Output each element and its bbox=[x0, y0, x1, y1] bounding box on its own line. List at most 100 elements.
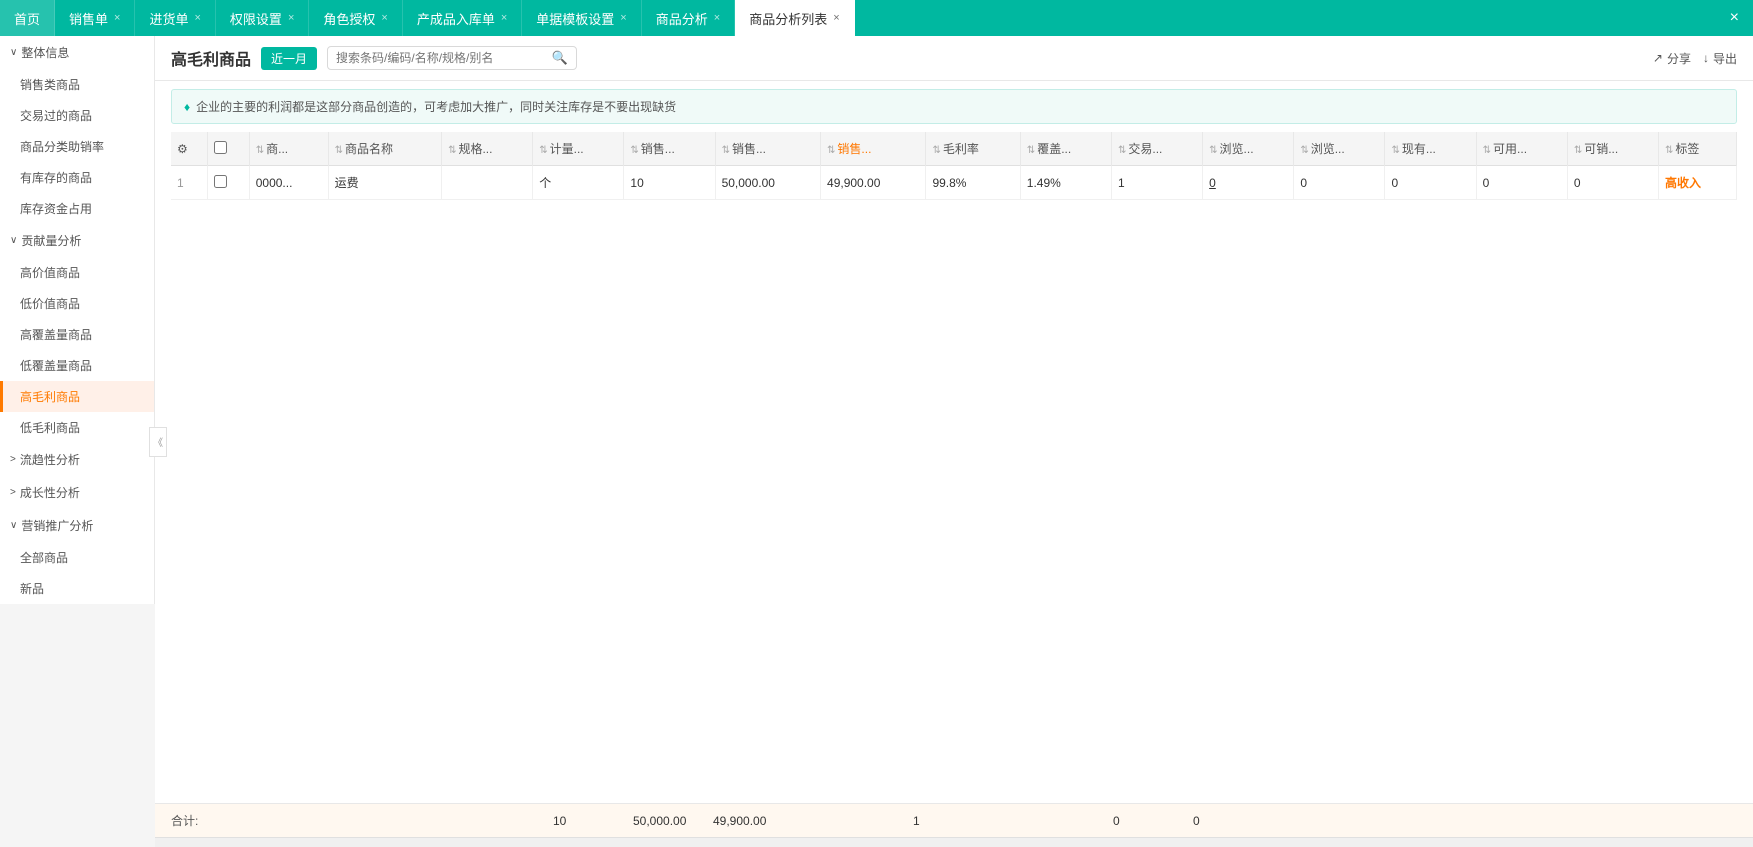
cell-checkbox[interactable] bbox=[208, 166, 249, 200]
nav-item-进货单[interactable]: 进货单 × bbox=[135, 0, 215, 36]
table-header: ⚙ ⇅商... ⇅商品名称 ⇅规格... ⇅计量... ⇅销售... ⇅销售..… bbox=[171, 132, 1737, 166]
col-unit[interactable]: ⇅计量... bbox=[533, 132, 624, 166]
sidebar-item-低毛利商品[interactable]: 低毛利商品 bbox=[0, 412, 154, 443]
cell-transaction: 1 bbox=[1111, 166, 1202, 200]
cell-sellable: 0 bbox=[1567, 166, 1658, 200]
cell-num: 1 bbox=[171, 166, 208, 200]
total-sales-count: 10 bbox=[547, 814, 627, 828]
col-current-stock[interactable]: ⇅现有... bbox=[1385, 132, 1476, 166]
col-sales-amount[interactable]: ⇅销售... bbox=[715, 132, 820, 166]
cell-sales-amount: 50,000.00 bbox=[715, 166, 820, 200]
nav-item-首页[interactable]: 首页 bbox=[0, 0, 55, 36]
nav-item-商品分析[interactable]: 商品分析 × bbox=[642, 0, 735, 36]
export-icon: ↓ bbox=[1703, 51, 1709, 65]
sidebar-item-有库存的商品[interactable]: 有库存的商品 bbox=[0, 162, 154, 193]
nav-close-权限设置[interactable]: × bbox=[288, 12, 294, 24]
group-label-流趋性分析: 流趋性分析 bbox=[20, 451, 80, 468]
nav-close-商品分析列表[interactable]: × bbox=[833, 12, 839, 24]
total-sales-profit: 49,900.00 bbox=[707, 814, 787, 828]
cell-coverage: 1.49% bbox=[1020, 166, 1111, 200]
cell-browse2: 0 bbox=[1294, 166, 1385, 200]
sidebar-item-全部商品[interactable]: 全部商品 bbox=[0, 542, 154, 573]
col-settings[interactable]: ⚙ bbox=[171, 132, 208, 166]
time-filter-button[interactable]: 近一月 bbox=[261, 47, 317, 70]
nav-close-商品分析[interactable]: × bbox=[714, 12, 720, 24]
export-label: 导出 bbox=[1713, 50, 1737, 67]
sidebar-collapse-button[interactable]: 《 bbox=[149, 427, 167, 457]
total-transaction: 1 bbox=[907, 814, 987, 828]
content-area: 高毛利商品 近一月 🔍 ↗ 分享 ↓ 导出 ♦ 企业的主要的利润都是这部分商品创… bbox=[155, 36, 1753, 847]
export-button[interactable]: ↓ 导出 bbox=[1703, 50, 1737, 67]
sidebar-group-营销推广分析[interactable]: ∨营销推广分析 bbox=[0, 509, 154, 542]
select-all-checkbox[interactable] bbox=[214, 141, 227, 154]
total-bar: 合计: 10 50,000.00 49,900.00 1 0 0 bbox=[155, 803, 1753, 837]
cell-unit: 个 bbox=[533, 166, 624, 200]
col-browse1[interactable]: ⇅浏览... bbox=[1203, 132, 1294, 166]
col-sales-count[interactable]: ⇅销售... bbox=[624, 132, 715, 166]
sidebar-item-交易过的商品[interactable]: 交易过的商品 bbox=[0, 100, 154, 131]
col-spec[interactable]: ⇅规格... bbox=[442, 132, 533, 166]
cell-browse1[interactable]: 0 bbox=[1203, 166, 1294, 200]
cell-tag: 高收入 bbox=[1659, 166, 1737, 200]
sidebar-item-高毛利商品[interactable]: 高毛利商品 bbox=[0, 381, 154, 412]
col-checkbox bbox=[208, 132, 249, 166]
nav-close-单据模板设置[interactable]: × bbox=[620, 12, 626, 24]
nav-item-权限设置[interactable]: 权限设置 × bbox=[216, 0, 309, 36]
data-table-wrapper: ⚙ ⇅商... ⇅商品名称 ⇅规格... ⇅计量... ⇅销售... ⇅销售..… bbox=[155, 132, 1753, 803]
sidebar-item-高价值商品[interactable]: 高价值商品 bbox=[0, 257, 154, 288]
sidebar-item-新品[interactable]: 新品 bbox=[0, 573, 154, 604]
page-title: 高毛利商品 bbox=[171, 46, 251, 70]
col-tag[interactable]: ⇅标签 bbox=[1659, 132, 1737, 166]
nav-item-商品分析列表[interactable]: 商品分析列表 × bbox=[735, 0, 854, 36]
nav-close-销售单[interactable]: × bbox=[114, 12, 120, 24]
row-checkbox[interactable] bbox=[214, 175, 227, 188]
close-all-button[interactable]: × bbox=[1716, 0, 1753, 36]
nav-item-角色授权[interactable]: 角色授权 × bbox=[309, 0, 402, 36]
sidebar: ∨ 整体信息销售类商品交易过的商品商品分类助销率有库存的商品库存资金占用∨贡献量分… bbox=[0, 36, 155, 604]
search-input[interactable] bbox=[336, 51, 552, 65]
cell-name: 运费 bbox=[328, 166, 441, 200]
total-current-stock: 0 bbox=[1107, 814, 1187, 828]
nav-item-产成品入库单[interactable]: 产成品入库单 × bbox=[403, 0, 522, 36]
header-actions: ↗ 分享 ↓ 导出 bbox=[1653, 50, 1737, 67]
group-label-整体信息: 整体信息 bbox=[21, 44, 69, 61]
cell-code: 0000... bbox=[249, 166, 328, 200]
col-sellable[interactable]: ⇅可销... bbox=[1567, 132, 1658, 166]
sidebar-item-低价值商品[interactable]: 低价值商品 bbox=[0, 288, 154, 319]
group-arrow-整体信息: ∨ bbox=[10, 47, 17, 58]
group-label-贡献量分析: 贡献量分析 bbox=[21, 232, 81, 249]
sidebar-group-流趋性分析[interactable]: >流趋性分析 bbox=[0, 443, 154, 476]
col-transaction[interactable]: ⇅交易... bbox=[1111, 132, 1202, 166]
col-gross-margin[interactable]: ⇅毛利率 bbox=[926, 132, 1020, 166]
col-name[interactable]: ⇅商品名称 bbox=[328, 132, 441, 166]
sidebar-item-销售类商品[interactable]: 销售类商品 bbox=[0, 69, 154, 100]
sidebar-group-成长性分析[interactable]: >成长性分析 bbox=[0, 476, 154, 509]
horizontal-scrollbar[interactable] bbox=[155, 837, 1753, 847]
product-table: ⚙ ⇅商... ⇅商品名称 ⇅规格... ⇅计量... ⇅销售... ⇅销售..… bbox=[171, 132, 1737, 200]
group-arrow-成长性分析: > bbox=[10, 487, 16, 498]
search-box: 🔍 bbox=[327, 46, 577, 70]
cell-sales-profit: 49,900.00 bbox=[821, 166, 926, 200]
nav-close-产成品入库单[interactable]: × bbox=[501, 12, 507, 24]
cell-sales-count: 10 bbox=[624, 166, 715, 200]
col-code[interactable]: ⇅商... bbox=[249, 132, 328, 166]
sidebar-group-贡献量分析[interactable]: ∨贡献量分析 bbox=[0, 224, 154, 257]
col-available[interactable]: ⇅可用... bbox=[1476, 132, 1567, 166]
nav-close-进货单[interactable]: × bbox=[194, 12, 200, 24]
share-icon: ↗ bbox=[1653, 51, 1663, 65]
col-browse2[interactable]: ⇅浏览... bbox=[1294, 132, 1385, 166]
nav-close-角色授权[interactable]: × bbox=[381, 12, 387, 24]
content-header: 高毛利商品 近一月 🔍 ↗ 分享 ↓ 导出 bbox=[155, 36, 1753, 81]
nav-item-单据模板设置[interactable]: 单据模板设置 × bbox=[522, 0, 641, 36]
search-icon[interactable]: 🔍 bbox=[552, 50, 568, 66]
sidebar-item-库存资金占用[interactable]: 库存资金占用 bbox=[0, 193, 154, 224]
col-sales-profit[interactable]: ⇅销售... bbox=[821, 132, 926, 166]
share-button[interactable]: ↗ 分享 bbox=[1653, 50, 1691, 67]
nav-item-销售单[interactable]: 销售单 × bbox=[55, 0, 135, 36]
col-coverage[interactable]: ⇅覆盖... bbox=[1020, 132, 1111, 166]
sidebar-item-高覆盖量商品[interactable]: 高覆盖量商品 bbox=[0, 319, 154, 350]
sidebar-item-低覆盖量商品[interactable]: 低覆盖量商品 bbox=[0, 350, 154, 381]
table-body: 1 0000... 运费 个 10 50,000.00 49,900.00 99… bbox=[171, 166, 1737, 200]
sidebar-group-整体信息[interactable]: ∨ 整体信息 bbox=[0, 36, 154, 69]
sidebar-item-商品分类助销率[interactable]: 商品分类助销率 bbox=[0, 131, 154, 162]
